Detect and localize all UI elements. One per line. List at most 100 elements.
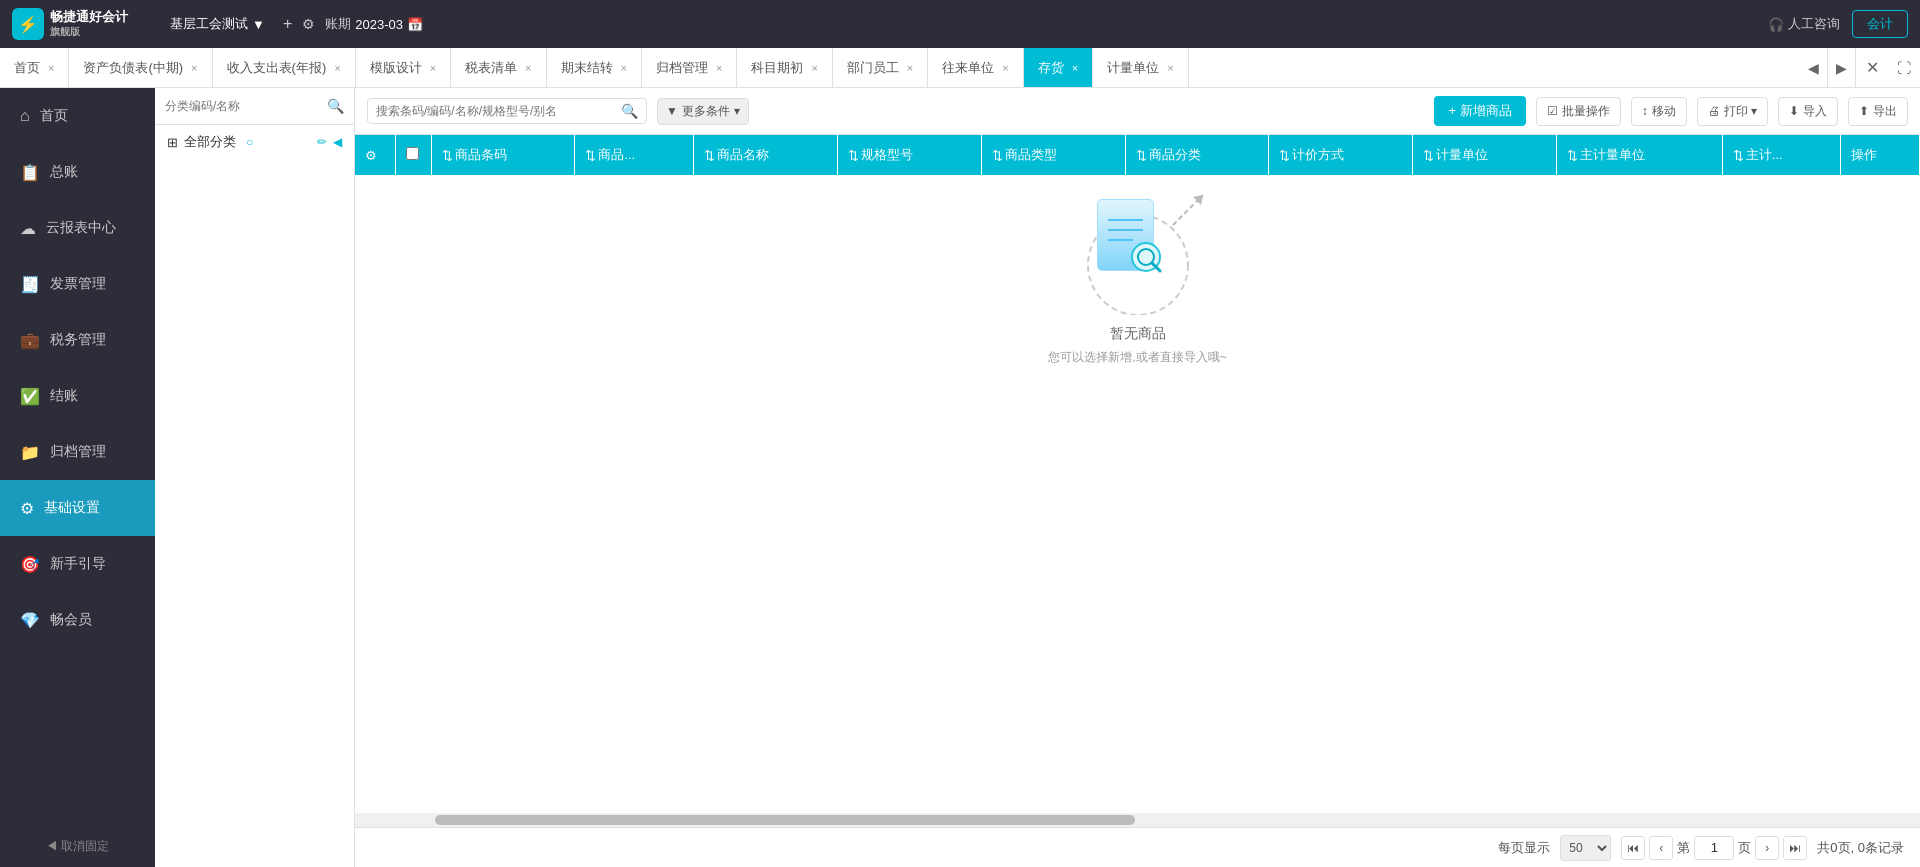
th-main-count[interactable]: ⇅主计... <box>1722 135 1841 175</box>
tab-资产负债表(中期)[interactable]: 资产负债表(中期)× <box>69 48 212 88</box>
tab-科目期初[interactable]: 科目期初× <box>737 48 832 88</box>
sidebar-label-结账: 结账 <box>50 387 78 405</box>
import-btn[interactable]: ⬇ 导入 <box>1778 97 1838 126</box>
th-barcode[interactable]: ⇅商品条码 <box>431 135 575 175</box>
per-page-select[interactable]: 50 10 20 100 <box>1560 835 1611 861</box>
next-page-btn[interactable]: › <box>1755 836 1779 860</box>
tab-bar: 首页×资产负债表(中期)×收入支出表(年报)×模版设计×税表清单×期末结转×归档… <box>0 48 1920 88</box>
tab-往来单位[interactable]: 往来单位× <box>928 48 1023 88</box>
settings-icon[interactable]: ⚙ <box>302 16 315 32</box>
company-selector[interactable]: 基层工会测试 ▼ <box>162 11 273 37</box>
sidebar-item-归档管理[interactable]: 📁归档管理 <box>0 424 155 480</box>
tab-close-icon[interactable]: × <box>191 62 197 74</box>
th-code[interactable]: ⇅商品... <box>575 135 694 175</box>
tab-close-icon[interactable]: × <box>621 62 627 74</box>
tab-next-btn[interactable]: ▶ <box>1828 48 1856 88</box>
page-suffix: 页 <box>1738 839 1751 857</box>
sidebar-label-归档管理: 归档管理 <box>50 443 106 461</box>
th-price-method[interactable]: ⇅计价方式 <box>1269 135 1413 175</box>
sidebar-item-首页[interactable]: ⌂首页 <box>0 88 155 144</box>
tab-close-icon[interactable]: × <box>525 62 531 74</box>
sidebar-item-基础设置[interactable]: ⚙基础设置 <box>0 480 155 536</box>
th-checkbox[interactable] <box>395 135 431 175</box>
horizontal-scrollbar[interactable] <box>355 813 1920 827</box>
tab-期末结转[interactable]: 期末结转 × <box>547 48 642 88</box>
add-company-icon[interactable]: + <box>283 15 292 33</box>
tab-存货[interactable]: 存货× <box>1024 48 1093 88</box>
th-main-unit[interactable]: ⇅主计量单位 <box>1557 135 1723 175</box>
prev-page-btn[interactable]: ‹ <box>1649 836 1673 860</box>
tab-close-all-btn[interactable]: ✕ <box>1856 48 1888 88</box>
th-spec[interactable]: ⇅规格型号 <box>837 135 981 175</box>
sidebar-item-税务管理[interactable]: 💼税务管理 <box>0 312 155 368</box>
sidebar-item-发票管理[interactable]: 🧾发票管理 <box>0 256 155 312</box>
tab-prev-btn[interactable]: ◀ <box>1800 48 1828 88</box>
table-header-row: ⚙ ⇅商品条码 ⇅商品... <box>355 135 1920 175</box>
scrollbar-thumb[interactable] <box>435 815 1135 825</box>
app-sub: 旗舰版 <box>50 25 128 39</box>
tab-归档管理[interactable]: 归档管理× <box>642 48 737 88</box>
headset-icon: 🎧 <box>1768 17 1784 32</box>
th-type[interactable]: ⇅商品类型 <box>981 135 1125 175</box>
last-page-btn[interactable]: ⏭ <box>1783 836 1807 860</box>
more-filter-btn[interactable]: ▼ 更多条件 ▾ <box>657 98 749 125</box>
account-button[interactable]: 会计 <box>1852 10 1908 38</box>
category-search: 🔍 <box>155 88 354 125</box>
sidebar-item-结账[interactable]: ✅结账 <box>0 368 155 424</box>
th-unit[interactable]: ⇅计量单位 <box>1413 135 1557 175</box>
product-search-icon[interactable]: 🔍 <box>621 103 638 119</box>
tab-close-icon[interactable]: × <box>1167 62 1173 74</box>
sidebar-item-总账[interactable]: 📋总账 <box>0 144 155 200</box>
batch-action-btn[interactable]: ☑ 批量操作 <box>1536 97 1621 126</box>
first-page-btn[interactable]: ⏮ <box>1621 836 1645 860</box>
print-btn[interactable]: 🖨 🖨 打印 打印 ▾ <box>1697 97 1768 126</box>
tab-close-icon[interactable]: × <box>716 62 722 74</box>
move-btn[interactable]: ↕ ↕ 移动 移动 <box>1631 97 1687 126</box>
tab-收入支出表(年报)[interactable]: 收入支出表(年报)× <box>213 48 356 88</box>
unpin-btn[interactable]: ◀ 取消固定 <box>0 825 155 867</box>
new-product-btn[interactable]: + 新增商品 <box>1434 96 1525 126</box>
tab-模版设计[interactable]: 模版设计× <box>356 48 451 88</box>
th-name[interactable]: ⇅商品名称 <box>693 135 837 175</box>
pagination-bar: 每页显示 50 10 20 100 ⏮ ‹ 第 页 › ⏭ <box>355 827 1920 867</box>
collapse-icon[interactable]: ◀ <box>333 135 342 149</box>
all-categories-item[interactable]: ⊞ 全部分类 ○ ✏ ◀ <box>155 125 354 159</box>
tab-close-icon[interactable]: × <box>430 62 436 74</box>
tab-close-icon[interactable]: × <box>334 62 340 74</box>
page-input[interactable] <box>1694 836 1734 860</box>
tab-close-icon[interactable]: × <box>811 62 817 74</box>
category-search-input[interactable] <box>165 99 323 113</box>
select-all-checkbox[interactable] <box>406 147 419 160</box>
tab-close-icon[interactable]: × <box>1072 62 1078 74</box>
export-icon: ⬆ <box>1859 104 1869 118</box>
th-settings[interactable]: ⚙ <box>355 135 395 175</box>
tab-部门员工[interactable]: 部门员工× <box>833 48 928 88</box>
sidebar-label-新手引导: 新手引导 <box>50 555 106 573</box>
tab-label: 首页 <box>14 59 40 77</box>
tab-税表清单[interactable]: 税表清单× <box>451 48 546 88</box>
main-layout: ⌂首页📋总账☁云报表中心🧾发票管理💼税务管理✅结账📁归档管理⚙基础设置🎯新手引导… <box>0 88 1920 867</box>
th-category[interactable]: ⇅商品分类 <box>1125 135 1269 175</box>
sidebar-label-首页: 首页 <box>40 107 68 125</box>
tab-expand-btn[interactable]: ⛶ <box>1888 48 1920 88</box>
tab-close-icon[interactable]: × <box>907 62 913 74</box>
sidebar-item-畅会员[interactable]: 💎畅会员 <box>0 592 155 648</box>
sidebar-item-云报表中心[interactable]: ☁云报表中心 <box>0 200 155 256</box>
sidebar-item-新手引导[interactable]: 🎯新手引导 <box>0 536 155 592</box>
tab-close-icon[interactable]: × <box>48 62 54 74</box>
tab-close-icon[interactable]: × <box>1002 62 1008 74</box>
tab-首页[interactable]: 首页 × <box>0 48 69 88</box>
calendar-icon[interactable]: 📅 <box>407 17 423 32</box>
export-btn[interactable]: ⬆ 导出 <box>1848 97 1908 126</box>
pagination-controls: ⏮ ‹ 第 页 › ⏭ <box>1621 836 1807 860</box>
svg-marker-2 <box>1193 195 1203 205</box>
consult-btn[interactable]: 🎧 人工咨询 <box>1768 15 1840 33</box>
nav-icon-畅会员: 💎 <box>20 611 40 630</box>
settings-edit-icon[interactable]: ✏ <box>317 135 327 149</box>
import-icon: ⬇ <box>1789 104 1799 118</box>
tab-计量单位[interactable]: 计量单位× <box>1093 48 1188 88</box>
top-bar: ⚡ 畅捷通好会计 旗舰版 基层工会测试 ▼ + ⚙ 账期 2023-03 📅 🎧… <box>0 0 1920 48</box>
product-search-input[interactable] <box>376 104 615 118</box>
category-search-icon[interactable]: 🔍 <box>327 98 344 114</box>
tab-label: 期末结转 <box>561 59 613 77</box>
